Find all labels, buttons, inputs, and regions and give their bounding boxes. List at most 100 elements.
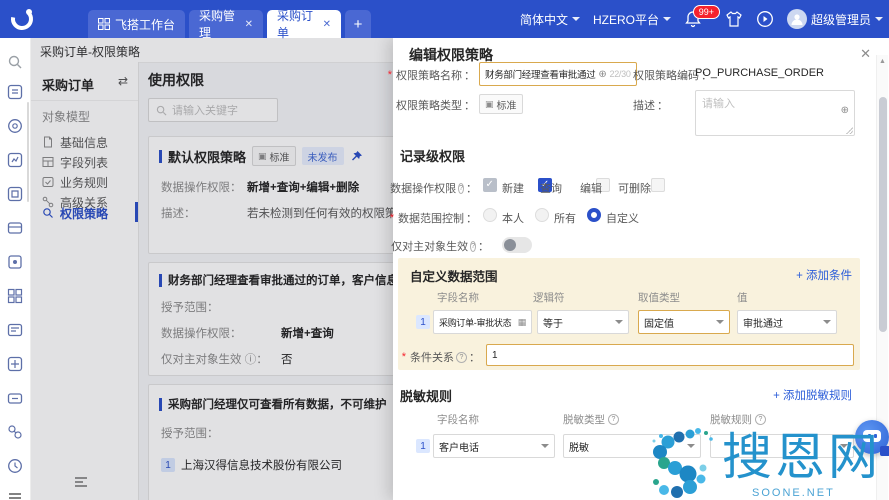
condition-value-select[interactable]: 审批通过 [737, 310, 837, 334]
close-icon[interactable]: ✕ [323, 19, 331, 30]
masking-field-select[interactable]: 客户电话 [433, 434, 555, 458]
column-header: 值 [737, 292, 748, 304]
custom-range-title: 自定义数据范围 [410, 270, 498, 284]
close-icon[interactable] [860, 46, 871, 62]
module-icon[interactable] [7, 322, 23, 338]
user-menu[interactable]: 超级管理员 [786, 9, 883, 29]
checkbox-create[interactable] [483, 178, 497, 192]
data-ops-label: 数据操作权限 ： [390, 180, 477, 196]
assistant-float-button[interactable] [855, 420, 889, 456]
close-icon[interactable]: ✕ [245, 19, 253, 30]
module-icon[interactable] [7, 254, 23, 270]
chevron-down-icon [615, 320, 623, 324]
textarea-placeholder: 请输入 [702, 98, 735, 110]
chevron-down-icon [662, 17, 671, 21]
description-textarea[interactable]: 请输入 [695, 90, 855, 136]
notification-badge: 99+ [692, 5, 720, 19]
top-bar: 飞搭工作台 采购管理 ✕ 采购订单 ✕ + 简体中文 HZERO平台 99+ 超… [0, 0, 889, 40]
radio-label: 本人 [502, 213, 524, 225]
notifications-button[interactable]: 99+ [684, 5, 720, 29]
globe-icon[interactable] [841, 105, 849, 116]
chevron-down-icon [875, 17, 883, 21]
search-icon[interactable] [7, 54, 23, 70]
avatar [786, 9, 807, 29]
theme-button[interactable] [725, 10, 743, 28]
toggle-knob [504, 239, 516, 251]
add-condition-link[interactable]: + 添加条件 [796, 267, 852, 283]
shirt-icon [726, 11, 742, 27]
main-object-only-toggle[interactable] [502, 237, 532, 253]
tab-purchase-mgmt[interactable]: 采购管理 ✕ [189, 9, 263, 40]
app-window: 飞搭工作台 采购管理 ✕ 采购订单 ✕ + 简体中文 HZERO平台 99+ 超… [0, 0, 889, 500]
masking-section-title: 脱敏规则 [400, 389, 453, 404]
column-header: 取值类型 [638, 292, 680, 304]
resize-handle[interactable] [846, 127, 853, 134]
module-icon[interactable] [7, 186, 23, 202]
help-icon[interactable] [456, 351, 467, 363]
help-icon[interactable] [755, 414, 766, 425]
menu-list-icon[interactable] [7, 490, 23, 500]
chevron-down-icon [840, 444, 848, 448]
checkbox-delete[interactable] [651, 178, 666, 192]
topbar-right-cluster: 简体中文 HZERO平台 99+ 超级管理员 [520, 0, 883, 38]
drawer-mask[interactable] [30, 38, 393, 500]
custom-range-panel: 自定义数据范围 + 添加条件 字段名称 逻辑符 取值类型 值 1 采购订单-审批… [398, 258, 860, 370]
module-icon[interactable] [7, 220, 23, 236]
add-masking-rule-link[interactable]: + 添加脱敏规则 [773, 387, 852, 403]
relation-input[interactable]: 1 [486, 344, 854, 366]
tab-purchase-order[interactable]: 采购订单 ✕ [267, 9, 341, 40]
play-circle-icon [757, 11, 773, 27]
column-header: 脱敏类型 [563, 412, 619, 427]
radio-self[interactable] [483, 208, 497, 222]
tab-workbench[interactable]: 飞搭工作台 [88, 10, 185, 38]
module-icon[interactable] [7, 424, 23, 440]
new-tab-button[interactable]: + [345, 10, 371, 38]
chevron-down-icon [716, 320, 724, 324]
column-header: 字段名称 [437, 292, 479, 304]
radio-label: 所有 [554, 213, 576, 225]
checkbox-label: 查询 [540, 183, 562, 195]
radio-all[interactable] [535, 208, 549, 222]
value-type-select[interactable]: 固定值 [638, 310, 730, 334]
column-header: 字段名称 [437, 414, 479, 426]
radio-custom[interactable] [587, 208, 601, 222]
module-icon[interactable] [7, 390, 23, 406]
relation-label: * 条件关系 ： [398, 349, 480, 365]
column-header: 逻辑符 [533, 292, 565, 304]
record-section-title: 记录级权限 [400, 149, 466, 164]
masking-type-select[interactable]: 脱敏 [563, 434, 701, 458]
edit-policy-drawer: 编辑权限策略 * 权限策略名称： 财务部门经理查看审批通过 22/30 权限策略… [388, 38, 889, 500]
column-header: 脱敏规则 [710, 412, 766, 427]
help-icon[interactable] [470, 240, 476, 252]
module-icon[interactable] [7, 288, 23, 304]
module-icon[interactable] [7, 356, 23, 372]
help-icon[interactable] [608, 414, 619, 425]
module-icon[interactable] [7, 84, 23, 100]
checkbox-label: 可删除 [618, 183, 651, 195]
policy-name-input[interactable]: 财务部门经理查看审批通过 22/30 [479, 62, 637, 86]
module-icon[interactable] [7, 458, 23, 474]
help-icon[interactable] [458, 182, 464, 194]
checkbox-label: 编辑 [580, 183, 602, 195]
description-label: 描述： [633, 100, 668, 112]
logo-icon[interactable] [8, 5, 36, 33]
field-picker-icon[interactable] [518, 317, 526, 328]
platform-select[interactable]: HZERO平台 [593, 11, 671, 28]
tab-label: 采购订单 [277, 9, 314, 40]
tab-label: 飞搭工作台 [115, 17, 176, 32]
chevron-down-icon [687, 444, 695, 448]
chevron-down-icon [541, 444, 549, 448]
module-icon[interactable] [7, 118, 23, 134]
condition-field-input[interactable]: 采购订单-审批状态 [433, 310, 532, 334]
scrollbar-thumb[interactable] [878, 97, 887, 332]
scroll-up-icon[interactable] [879, 58, 886, 65]
tab-label: 采购管理 [199, 9, 236, 40]
language-select[interactable]: 简体中文 [520, 11, 580, 28]
module-icon[interactable] [7, 152, 23, 168]
grid-icon [98, 18, 110, 30]
operator-select[interactable]: 等于 [537, 310, 629, 334]
masking-rule-select[interactable] [710, 434, 854, 458]
rail-scrollbar[interactable] [27, 102, 29, 202]
globe-icon[interactable] [598, 69, 606, 80]
guide-button[interactable] [756, 10, 774, 28]
